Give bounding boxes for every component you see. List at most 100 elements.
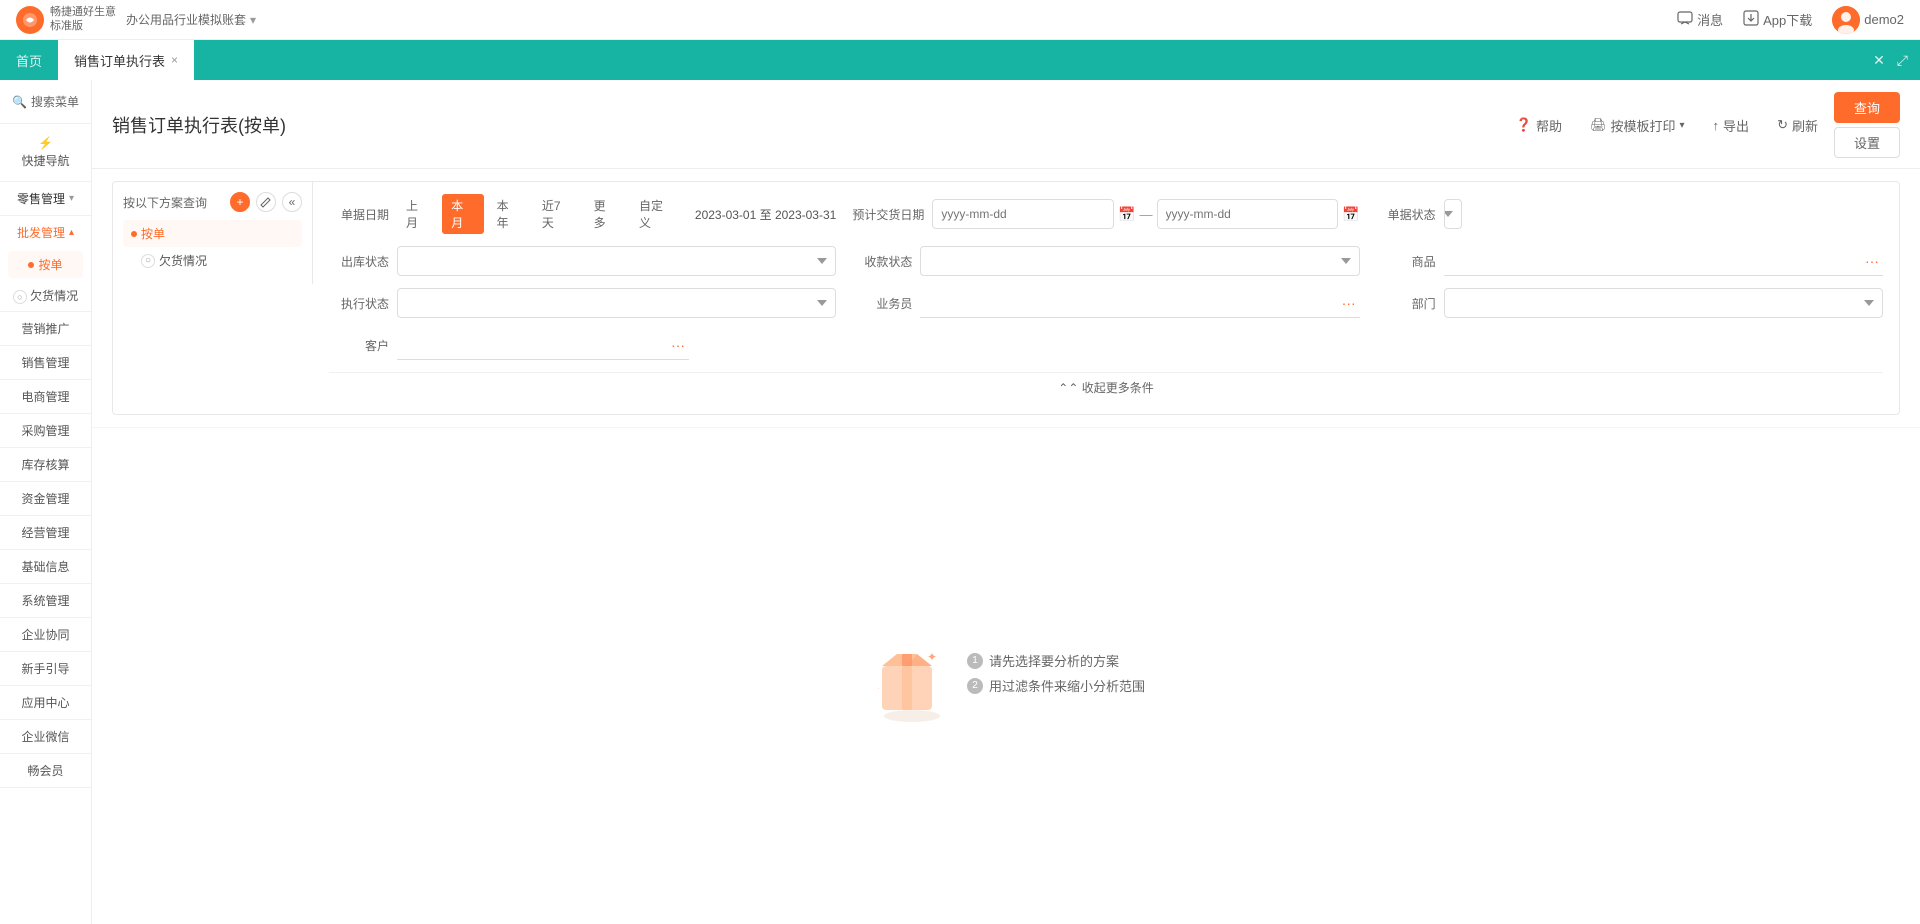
sidebar-item-basic[interactable]: 基础信息 — [0, 550, 91, 583]
top-bar: 畅捷通好生意 标准版 办公用品行业模拟账套 ▾ 消息 App下载 demo2 — [0, 0, 1920, 40]
customer-field: 客户 ··· — [329, 330, 689, 360]
collapse-scheme-button[interactable]: « — [282, 192, 302, 212]
refresh-button[interactable]: ↻ 刷新 — [1769, 112, 1826, 139]
print-button[interactable]: 🖨 按模板打印 ▾ — [1582, 112, 1693, 139]
help-button[interactable]: ❓ 帮助 — [1508, 112, 1570, 139]
avatar — [1832, 6, 1860, 34]
sidebar-section-inventory: 库存核算 — [0, 448, 91, 482]
date-tab-7days[interactable]: 近7天 — [533, 194, 581, 234]
sidebar-item-enterprise[interactable]: 企业协同 — [0, 618, 91, 651]
user-menu[interactable]: demo2 — [1832, 6, 1904, 34]
empty-state-content: ✦ · 1 请先选择要分析的方案 2 用过滤条件来缩小分析范围 — [867, 636, 1145, 716]
hint-num-1: 1 — [967, 653, 983, 669]
top-bar-left: 畅捷通好生意 标准版 办公用品行业模拟账套 ▾ — [16, 6, 256, 34]
expected-date-start-input[interactable] — [932, 199, 1114, 229]
sidebar-section-purchase: 采购管理 — [0, 414, 91, 448]
department-field: 部门 — [1376, 288, 1883, 318]
sidebar-item-finance[interactable]: 资金管理 — [0, 482, 91, 515]
page-header: 销售订单执行表(按单) ❓ 帮助 🖨 按模板打印 ▾ ↑ — [92, 80, 1920, 169]
date-tab-thisyear[interactable]: 本年 — [488, 194, 529, 234]
doc-status-select[interactable] — [1444, 199, 1462, 229]
sidebar-item-inventory[interactable]: 库存核算 — [0, 448, 91, 481]
sidebar-item-purchase[interactable]: 采购管理 — [0, 414, 91, 447]
expected-date-end-input[interactable] — [1157, 199, 1339, 229]
tab-sales-order-exec[interactable]: 销售订单执行表 × — [58, 40, 194, 80]
content-area: 销售订单执行表(按单) ❓ 帮助 🖨 按模板打印 ▾ ↑ — [92, 80, 1920, 924]
sidebar-section-member: 畅会员 — [0, 754, 91, 788]
collapse-icon: ⌃⌃ — [1058, 381, 1078, 395]
sidebar-item-corpwechat[interactable]: 企业微信 — [0, 720, 91, 753]
collapse-bar[interactable]: ⌃⌃ 收起更多条件 — [329, 372, 1883, 402]
sidebar-section-newcomer: 新手引导 — [0, 652, 91, 686]
logo-text: 畅捷通好生意 标准版 — [50, 6, 116, 32]
calendar-icon-1[interactable]: 📅 — [1118, 206, 1135, 223]
filter-scheme-panel: 按以下方案查询 + « 按单 ○ — [113, 182, 313, 284]
settings-button[interactable]: 设置 — [1834, 127, 1900, 158]
message-button[interactable]: 消息 — [1677, 10, 1723, 29]
exec-status-select[interactable] — [397, 288, 836, 318]
date-tab-custom[interactable]: 自定义 — [630, 194, 683, 234]
tab-home[interactable]: 首页 — [0, 40, 58, 80]
chevron-down-icon[interactable]: ▾ — [250, 13, 256, 27]
svg-text:·: · — [877, 684, 880, 693]
scheme-item-按单[interactable]: 按单 — [123, 220, 302, 247]
export-button[interactable]: ↑ 导出 — [1705, 112, 1758, 139]
date-tab-thismonth[interactable]: 本月 — [442, 194, 483, 234]
date-tab-more[interactable]: 更多 — [585, 194, 626, 234]
sidebar-item-system[interactable]: 系统管理 — [0, 584, 91, 617]
filter-row-2: 出库状态 收款状态 商品 — [329, 246, 1883, 276]
page-title-row: 销售订单执行表(按单) ❓ 帮助 🖨 按模板打印 ▾ ↑ — [112, 92, 1900, 168]
doc-status-select-wrap — [1444, 199, 1883, 229]
sidebar-item-wholesale[interactable]: 批发管理 ▴ — [0, 216, 91, 249]
sidebar-item-retail[interactable]: 零售管理 ▾ — [0, 182, 91, 215]
tab-expand-button[interactable]: ⤢ — [1893, 48, 1912, 73]
sidebar-item-sales[interactable]: 销售管理 — [0, 346, 91, 379]
expected-date-range: 📅 — 📅 — [932, 199, 1359, 229]
sidebar-item-ecommerce[interactable]: 电商管理 — [0, 380, 91, 413]
sidebar: 🔍 搜索菜单 ⚡ 快捷导航 零售管理 ▾ 批发管理 ▴ 按单 — [0, 80, 92, 924]
date-tab-lastmonth[interactable]: 上月 — [397, 194, 438, 234]
ring-icon: ○ — [141, 254, 155, 268]
tab-close-window-button[interactable]: ✕ — [1869, 48, 1889, 73]
sidebar-sub-item-debt[interactable]: ○ 欠货情况 — [0, 280, 91, 311]
app-title: 办公用品行业模拟账套 ▾ — [126, 11, 256, 28]
sidebar-item-appcenter[interactable]: 应用中心 — [0, 686, 91, 719]
sidebar-item-quicknav[interactable]: ⚡ 快捷导航 — [0, 128, 91, 177]
query-button[interactable]: 查询 — [1834, 92, 1900, 123]
search-menu-button[interactable]: 🔍 搜索菜单 — [8, 88, 83, 115]
tab-bar-actions: ✕ ⤢ — [1869, 48, 1920, 73]
sidebar-section-finance: 资金管理 — [0, 482, 91, 516]
tab-close-icon[interactable]: × — [171, 53, 178, 67]
sidebar-section-system: 系统管理 — [0, 584, 91, 618]
empty-illustration: ✦ · — [867, 636, 957, 726]
edit-scheme-button[interactable] — [256, 192, 276, 212]
goods-field: 商品 ··· — [1376, 246, 1883, 276]
chevron-down-icon: ▾ — [69, 193, 74, 204]
sidebar-item-operations[interactable]: 经营管理 — [0, 516, 91, 549]
goods-more-button[interactable]: ··· — [1865, 253, 1879, 269]
sidebar-section-marketing: 营销推广 — [0, 312, 91, 346]
filter-row-3: 执行状态 业务员 ··· 部门 — [329, 288, 1883, 318]
empty-state: ✦ · 1 请先选择要分析的方案 2 用过滤条件来缩小分析范围 — [92, 428, 1920, 924]
quick-nav-section: ⚡ 快捷导航 — [0, 124, 91, 182]
add-scheme-button[interactable]: + — [230, 192, 250, 212]
calendar-icon-2[interactable]: 📅 — [1342, 206, 1359, 223]
collection-status-select[interactable] — [920, 246, 1359, 276]
shipment-status-select[interactable] — [397, 246, 836, 276]
sidebar-section-basic: 基础信息 — [0, 550, 91, 584]
customer-more-button[interactable]: ··· — [671, 337, 685, 353]
print-icon: 🖨 — [1590, 117, 1607, 133]
sidebar-item-newcomer[interactable]: 新手引导 — [0, 652, 91, 685]
customer-label: 客户 — [329, 337, 389, 354]
app-download-button[interactable]: App下载 — [1743, 10, 1812, 29]
department-select[interactable] — [1444, 288, 1883, 318]
sidebar-section-sales: 销售管理 — [0, 346, 91, 380]
salesperson-field: 业务员 ··· — [852, 288, 1359, 318]
sidebar-sub-item-order[interactable]: 按单 — [8, 251, 83, 278]
salesperson-more-button[interactable]: ··· — [1342, 295, 1356, 311]
logo-icon — [16, 6, 44, 34]
sidebar-item-member[interactable]: 畅会员 — [0, 754, 91, 787]
sidebar-item-marketing[interactable]: 营销推广 — [0, 312, 91, 345]
page-title: 销售订单执行表(按单) — [112, 112, 286, 138]
scheme-sub-item-欠货情况[interactable]: ○ 欠货情况 — [123, 247, 302, 274]
